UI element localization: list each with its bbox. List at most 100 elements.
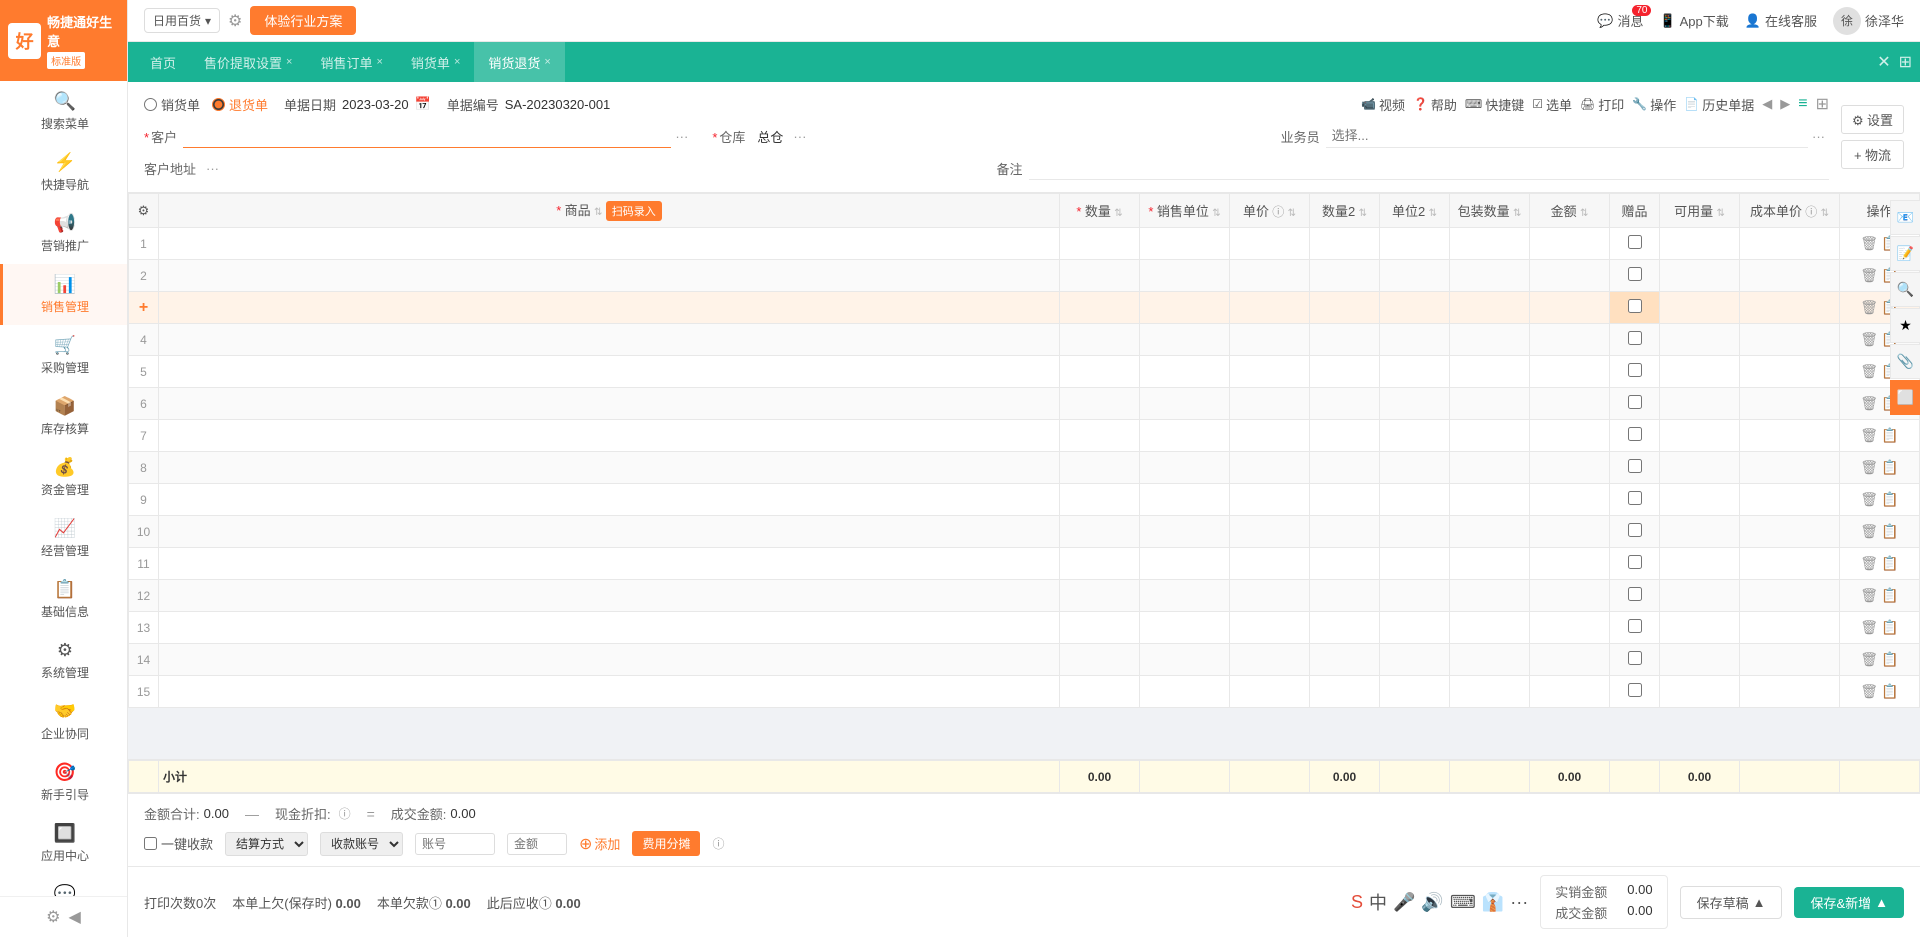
row-unit2-8[interactable] <box>1380 452 1450 484</box>
delete-row-btn-5[interactable]: 🗑 <box>1860 363 1878 380</box>
row-cost-15[interactable] <box>1740 676 1840 708</box>
row-unit2-1[interactable] <box>1380 228 1450 260</box>
row-avail-7[interactable] <box>1660 420 1740 452</box>
row-product-1[interactable] <box>159 228 1060 260</box>
sidebar-item-apps[interactable]: 🔲应用中心 <box>0 813 127 874</box>
row-gift-11[interactable] <box>1610 548 1660 580</box>
sidebar-item-finance[interactable]: 💰资金管理 <box>0 447 127 508</box>
row-qty-9[interactable] <box>1060 484 1140 516</box>
row-cost-5[interactable] <box>1740 356 1840 388</box>
prev-btn[interactable]: ◀ <box>1762 96 1772 112</box>
row-avail-2[interactable] <box>1660 260 1740 292</box>
delete-row-btn-6[interactable]: 🗑 <box>1860 395 1878 412</box>
row-cost-7[interactable] <box>1740 420 1840 452</box>
gift-checkbox-2[interactable] <box>1628 267 1642 281</box>
row-unit-7[interactable] <box>1140 420 1230 452</box>
logistics-side-btn[interactable]: + 物流 <box>1841 140 1904 169</box>
row-avail-1[interactable] <box>1660 228 1740 260</box>
customer-input[interactable] <box>183 124 671 148</box>
row-unit2-9[interactable] <box>1380 484 1450 516</box>
account-number-input[interactable] <box>415 833 495 855</box>
trial-button[interactable]: 体验行业方案 <box>250 6 356 35</box>
voice-icon[interactable]: 🔊 <box>1421 892 1443 913</box>
row-cost-6[interactable] <box>1740 388 1840 420</box>
row-gift-15[interactable] <box>1610 676 1660 708</box>
copy-row-btn-9[interactable]: 📋 <box>1881 491 1898 508</box>
sidebar-item-marketing[interactable]: 📢营销推广 <box>0 203 127 264</box>
account-select[interactable]: 收款账号 <box>320 832 403 856</box>
row-qty2-11[interactable] <box>1310 548 1380 580</box>
salesperson-dots[interactable]: ··· <box>1808 129 1829 144</box>
row-avail-12[interactable] <box>1660 580 1740 612</box>
radio-return[interactable]: 退货单 <box>212 95 268 114</box>
product-input-15[interactable] <box>163 684 1055 699</box>
row-qty-7[interactable] <box>1060 420 1140 452</box>
row-cost-10[interactable] <box>1740 516 1840 548</box>
row-price-11[interactable] <box>1230 548 1310 580</box>
row-unit-9[interactable] <box>1140 484 1230 516</box>
delete-row-btn-9[interactable]: 🗑 <box>1860 491 1878 508</box>
sidebar-item-wechat[interactable]: 💬企业微信 <box>0 874 127 896</box>
gift-checkbox-4[interactable] <box>1628 331 1642 345</box>
row-pack-1[interactable] <box>1450 228 1530 260</box>
row-unit-5[interactable] <box>1140 356 1230 388</box>
row-product-7[interactable] <box>159 420 1060 452</box>
row-product-5[interactable] <box>159 356 1060 388</box>
gift-checkbox-3[interactable] <box>1628 299 1642 313</box>
pack-sort[interactable]: ⇅ <box>1513 208 1521 219</box>
row-product-12[interactable] <box>159 580 1060 612</box>
row-amount-4[interactable] <box>1530 324 1610 356</box>
row-qty2-15[interactable] <box>1310 676 1380 708</box>
right-panel-clip[interactable]: 📎 <box>1890 344 1920 379</box>
one-click-checkbox[interactable]: 一键收款 <box>144 834 213 853</box>
table-gear-icon[interactable]: ⚙ <box>138 203 150 218</box>
row-amount-11[interactable] <box>1530 548 1610 580</box>
row-unit2-13[interactable] <box>1380 612 1450 644</box>
row-cost-3[interactable] <box>1740 292 1840 324</box>
row-cost-2[interactable] <box>1740 260 1840 292</box>
row-qty-2[interactable] <box>1060 260 1140 292</box>
row-cost-9[interactable] <box>1740 484 1840 516</box>
row-unit-14[interactable] <box>1140 644 1230 676</box>
row-product-14[interactable] <box>159 644 1060 676</box>
row-cost-13[interactable] <box>1740 612 1840 644</box>
gift-checkbox-9[interactable] <box>1628 491 1642 505</box>
delete-row-btn-3[interactable]: 🗑 <box>1860 299 1878 316</box>
row-product-11[interactable] <box>159 548 1060 580</box>
gift-checkbox-13[interactable] <box>1628 619 1642 633</box>
tab-sales-order[interactable]: 销售订单 × <box>306 42 396 82</box>
more-icon[interactable]: ··· <box>1510 892 1528 913</box>
row-price-13[interactable] <box>1230 612 1310 644</box>
delete-row-btn-4[interactable]: 🗑 <box>1860 331 1878 348</box>
row-pack-14[interactable] <box>1450 644 1530 676</box>
row-amount-9[interactable] <box>1530 484 1610 516</box>
row-qty2-9[interactable] <box>1310 484 1380 516</box>
price-sort[interactable]: ⇅ <box>1288 208 1296 219</box>
row-price-7[interactable] <box>1230 420 1310 452</box>
copy-row-btn-10[interactable]: 📋 <box>1881 523 1898 540</box>
qty2-sort[interactable]: ⇅ <box>1359 208 1367 219</box>
row-amount-15[interactable] <box>1530 676 1610 708</box>
gift-checkbox-14[interactable] <box>1628 651 1642 665</box>
settings-icon2[interactable]: 👔 <box>1482 892 1504 913</box>
row-gift-7[interactable] <box>1610 420 1660 452</box>
copy-row-btn-14[interactable]: 📋 <box>1881 651 1898 668</box>
qty-sort[interactable]: ⇅ <box>1114 208 1122 219</box>
row-avail-15[interactable] <box>1660 676 1740 708</box>
tab-price-extract-close[interactable]: × <box>286 56 292 68</box>
industry-select[interactable]: 日用百货 ▾ <box>144 8 220 33</box>
row-qty2-5[interactable] <box>1310 356 1380 388</box>
radio-sales[interactable]: 销货单 <box>144 95 200 114</box>
delete-row-btn-8[interactable]: 🗑 <box>1860 459 1878 476</box>
row-amount-14[interactable] <box>1530 644 1610 676</box>
row-avail-14[interactable] <box>1660 644 1740 676</box>
customer-dots[interactable]: ··· <box>671 129 692 144</box>
sidebar-item-enterprise[interactable]: 🤝企业协同 <box>0 691 127 752</box>
right-panel-star[interactable]: ★ <box>1890 308 1920 343</box>
copy-row-btn-13[interactable]: 📋 <box>1881 619 1898 636</box>
sidebar-item-shortcut[interactable]: ⚡快捷导航 <box>0 142 127 203</box>
scan-button[interactable]: 扫码录入 <box>606 201 662 221</box>
sidebar-item-purchase[interactable]: 🛒采购管理 <box>0 325 127 386</box>
gift-checkbox-11[interactable] <box>1628 555 1642 569</box>
discount-info-icon[interactable]: ⓘ <box>339 805 351 822</box>
